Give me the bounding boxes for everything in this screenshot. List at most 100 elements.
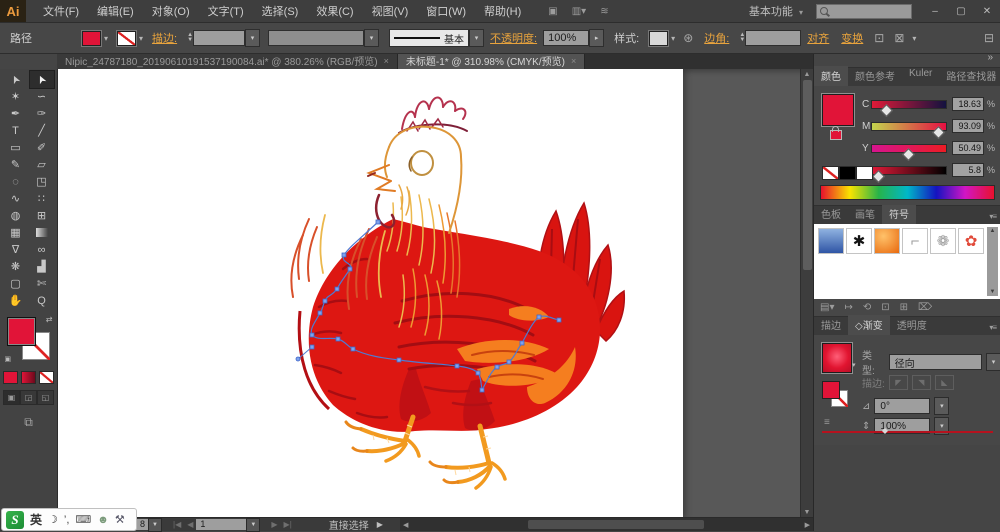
direct-selection-tool[interactable]: ➤ (30, 71, 54, 88)
zoom-tool[interactable]: Q (30, 292, 54, 309)
cs-live-icon[interactable]: ≋ (600, 6, 608, 17)
zoom-dropdown-icon[interactable]: ▼ (148, 518, 162, 532)
scroll-down-icon[interactable]: ▼ (804, 509, 811, 516)
punctuation-icon[interactable]: ’, (64, 514, 70, 526)
tab-brushes[interactable]: 画笔 (848, 204, 882, 224)
black-swatch[interactable] (839, 166, 856, 180)
gradient-angle-field[interactable]: 0° (874, 398, 930, 414)
channel-slider[interactable] (871, 122, 946, 131)
menu-window[interactable]: 窗口(W) (417, 3, 475, 19)
pencil-tool[interactable]: ✎ (4, 156, 28, 173)
lasso-tool[interactable]: ∽ (30, 88, 54, 105)
vertical-scrollbar[interactable]: ▲ ▼ (800, 69, 813, 518)
minimize-button[interactable]: – (922, 6, 948, 17)
brush-definition-select[interactable] (268, 30, 364, 46)
channel-value-field[interactable]: 5.8 (952, 163, 984, 177)
chevron-right-icon[interactable]: ▸ (589, 29, 604, 47)
menu-view[interactable]: 视图(V) (363, 3, 418, 19)
last-artboard-icon[interactable]: ▶| (284, 520, 292, 529)
chevron-down-icon[interactable]: ▾ (934, 397, 949, 415)
eraser-tool[interactable]: ▱ (30, 156, 54, 173)
symbol-orange-orb[interactable] (874, 228, 900, 254)
menu-select[interactable]: 选择(S) (253, 3, 308, 19)
chevron-down-icon[interactable]: ▾ (364, 29, 379, 47)
chevron-down-icon[interactable]: ▾ (986, 353, 1000, 371)
slider-thumb[interactable] (872, 170, 885, 183)
magic-wand-tool[interactable]: ✶ (4, 88, 28, 105)
stroke-link[interactable]: 描边: (152, 30, 177, 46)
draw-inside-button[interactable]: ◱ (37, 390, 54, 405)
width-tool[interactable]: ∿ (4, 190, 28, 207)
paintbrush-tool[interactable]: ✐ (30, 139, 54, 156)
blend-tool[interactable]: ∞ (30, 241, 54, 258)
stroke-along-button[interactable]: ◥ (912, 375, 931, 390)
stroke-within-button[interactable]: ◤ (889, 375, 908, 390)
tab-color[interactable]: 颜色 (814, 66, 848, 86)
channel-value-field[interactable]: 93.09 (952, 119, 984, 133)
line-segment-tool[interactable]: ╱ (30, 122, 54, 139)
menu-type[interactable]: 文字(T) (199, 3, 253, 19)
chevron-down-icon[interactable]: ▾ (469, 29, 484, 47)
opacity-link[interactable]: 不透明度: (490, 30, 537, 46)
selection-tool[interactable]: ➤ (4, 71, 28, 88)
chevron-down-icon[interactable]: ▾ (245, 29, 260, 47)
menu-edit[interactable]: 编辑(E) (88, 3, 143, 19)
chevron-down-icon[interactable]: ▾ (139, 34, 143, 43)
stroke-across-button[interactable]: ◣ (935, 375, 954, 390)
active-fill-swatch[interactable] (822, 94, 854, 126)
status-expand-icon[interactable]: ▶ (377, 520, 383, 529)
symbol-libraries-icon[interactable]: ▤▾ (820, 302, 834, 313)
menu-effect[interactable]: 效果(C) (307, 3, 362, 19)
gradient-type-select[interactable]: 径向 (889, 354, 982, 370)
channel-slider[interactable] (871, 166, 946, 175)
artboard-navigation-field[interactable]: 1 (196, 519, 246, 530)
tab-color-guide[interactable]: 颜色参考 (848, 66, 902, 86)
chevron-down-icon[interactable]: ▾ (104, 34, 108, 43)
default-fill-stroke-icon[interactable]: ▣ (5, 355, 12, 363)
new-symbol-icon[interactable]: ⊞ (900, 302, 908, 313)
tab-swatches[interactable]: 色板 (814, 204, 848, 224)
tab-stroke[interactable]: 描边 (814, 315, 848, 335)
white-swatch[interactable] (856, 166, 873, 180)
symbol-sprayer-tool[interactable]: ❋ (4, 258, 28, 275)
recolor-artwork-icon[interactable]: ⊛ (683, 31, 693, 45)
corner-link[interactable]: 边角: (704, 30, 729, 46)
none-swatch[interactable] (822, 166, 839, 180)
transform-link[interactable]: 变换 (841, 30, 863, 46)
color-spectrum-bar[interactable] (820, 185, 995, 200)
scroll-left-icon[interactable]: ◀ (400, 521, 411, 529)
document-tab-untitled[interactable]: 未标题-1* @ 310.98% (CMYK/预览) × (398, 52, 585, 69)
gradient-stop[interactable]: ◆ (882, 426, 888, 435)
corner-field[interactable] (745, 30, 801, 46)
free-transform-tool[interactable]: ∷ (30, 190, 54, 207)
artboard-tool[interactable]: ▢ (4, 275, 28, 292)
gradient-button[interactable] (21, 371, 36, 384)
first-artboard-icon[interactable]: |◀ (173, 520, 181, 529)
reverse-gradient-icon[interactable]: ≡ (824, 417, 830, 428)
restore-button[interactable]: ▢ (948, 6, 974, 17)
channel-value-field[interactable]: 18.63 (952, 97, 984, 111)
close-tab-icon[interactable]: × (384, 56, 389, 66)
isolate-selection-icon[interactable]: ⊡ (874, 31, 884, 45)
pen-tool[interactable]: ✒ (4, 105, 28, 122)
bridge-icon[interactable]: ▣ (548, 6, 557, 17)
soft-keyboard-icon[interactable]: ⌨ (75, 513, 91, 526)
artboard[interactable] (57, 69, 683, 518)
panel-collapse-icon[interactable]: ⊟ (984, 31, 994, 45)
stroke-color-swatch[interactable] (117, 31, 136, 46)
tab-symbols[interactable]: 符号 (882, 204, 916, 224)
close-button[interactable]: ✕ (974, 6, 1000, 17)
collapse-panels-icon[interactable]: » (814, 52, 1000, 67)
curvature-pen-tool[interactable]: ✑ (30, 105, 54, 122)
fullhalf-moon-icon[interactable]: ☽ (48, 513, 58, 526)
screen-mode-button[interactable]: ⧉ (24, 415, 33, 430)
scale-tool[interactable]: ◳ (30, 173, 54, 190)
tab-kuler[interactable]: Kuler (902, 66, 939, 86)
perspective-grid-tool[interactable]: ⊞ (30, 207, 54, 224)
language-toggle[interactable]: 英 (30, 511, 42, 528)
previous-artboard-icon[interactable]: ◀ (187, 520, 193, 529)
variable-width-profile-select[interactable]: 基本 (389, 29, 469, 47)
menu-help[interactable]: 帮助(H) (475, 3, 530, 19)
break-link-icon[interactable]: ⟲ (863, 302, 871, 313)
slice-tool[interactable]: ✄ (30, 275, 54, 292)
